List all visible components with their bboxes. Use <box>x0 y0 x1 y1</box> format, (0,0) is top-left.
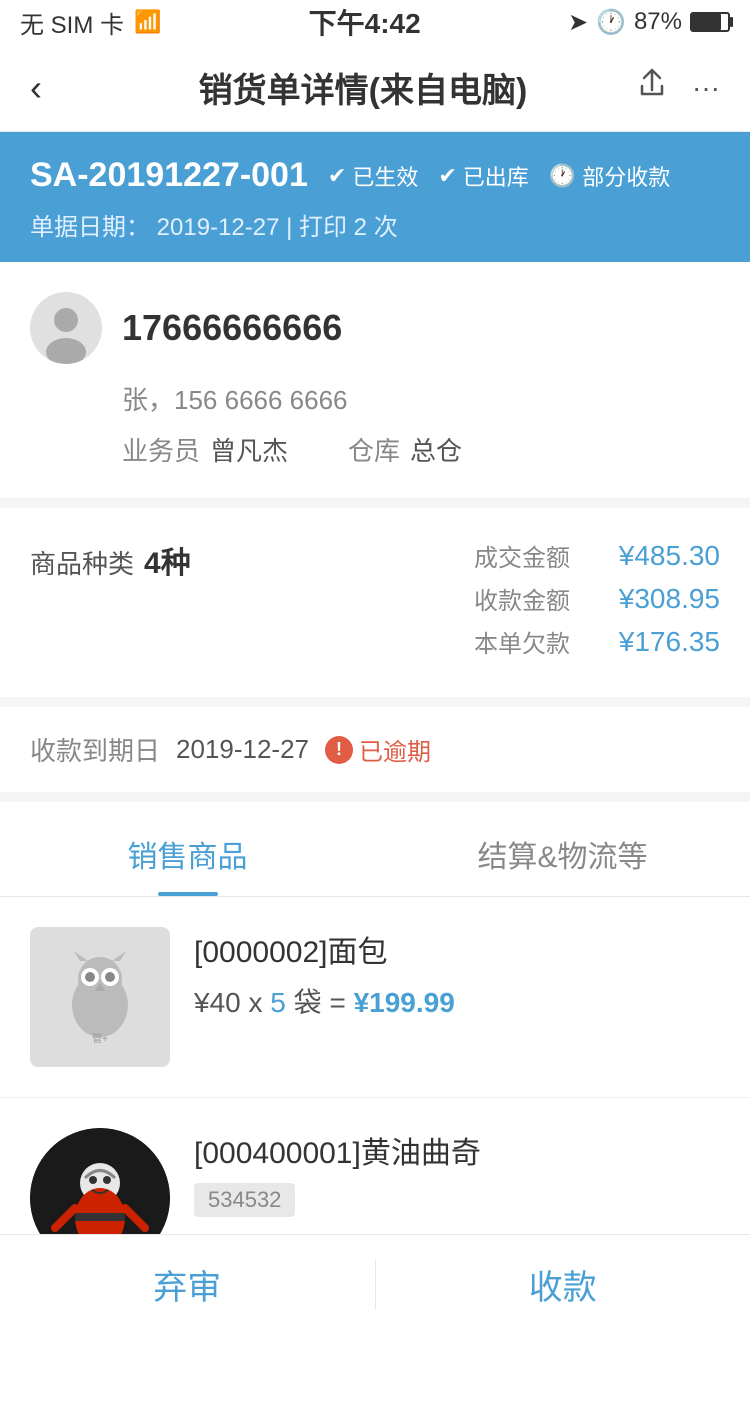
received-value: ¥308.95 <box>590 583 720 615</box>
alarm-icon: 🕐 <box>596 8 626 37</box>
status-shipped: ✔ 已出库 <box>438 160 528 192</box>
stats-right: 成交金额 ¥485.30 收款金额 ¥308.95 本单欠款 ¥176.35 <box>474 538 720 667</box>
check-icon-2: ✔ <box>438 163 456 189</box>
amount-label: 成交金额 <box>474 538 570 573</box>
customer-meta: 业务员 曾凡杰 仓库 总仓 <box>30 431 720 468</box>
customer-id: 17666666666 <box>122 307 342 349</box>
overdue-text: 已逾期 <box>359 732 431 767</box>
salesperson-value: 曾凡杰 <box>210 431 288 468</box>
product-price-1: ¥40 x 5 袋 = ¥199.99 <box>194 981 720 1021</box>
stats-section: 商品种类 4种 成交金额 ¥485.30 收款金额 ¥308.95 本单欠款 ¥… <box>0 508 750 697</box>
customer-header: 17666666666 <box>30 292 720 364</box>
check-icon-1: ✔ <box>328 163 346 189</box>
status-time: 下午4:42 <box>309 2 421 42</box>
status-right: ➤ 🕐 87% <box>568 8 730 37</box>
tab-products[interactable]: 销售商品 <box>0 802 375 896</box>
battery-icon <box>690 12 730 32</box>
clock-icon: 🕐 <box>549 163 576 189</box>
svg-text:管+: 管+ <box>92 1032 108 1045</box>
amount-value: ¥485.30 <box>590 540 720 572</box>
salesperson-label: 业务员 <box>122 431 200 468</box>
salesperson-info: 业务员 曾凡杰 <box>122 431 288 468</box>
tab-settlement[interactable]: 结算&物流等 <box>375 802 750 896</box>
bottom-bar: 弃审 收款 <box>0 1234 750 1334</box>
avatar <box>30 292 102 364</box>
product-image-1: 管+ <box>30 927 170 1067</box>
tabs-bar: 销售商品 结算&物流等 <box>0 802 750 897</box>
due-date-label: 收款到期日 <box>30 731 160 768</box>
banner-date-row: 单据日期： 2019-12-27 | 打印 2 次 <box>30 207 720 242</box>
wifi-icon: 📶 <box>134 9 161 35</box>
cancel-review-button[interactable]: 弃审 <box>0 1240 375 1329</box>
product-total-1: ¥199.99 <box>354 987 455 1018</box>
product-sku-2: 534532 <box>194 1183 295 1217</box>
product-name-1: [0000002]面包 <box>194 927 720 971</box>
overdue-badge: ! 已逾期 <box>325 732 431 767</box>
due-date-value: 2019-12-27 <box>176 734 309 765</box>
status-effective: ✔ 已生效 <box>328 160 418 192</box>
warehouse-label: 仓库 <box>348 431 400 468</box>
customer-detail: 张，156 6666 6666 <box>30 380 720 417</box>
debt-value: ¥176.35 <box>590 626 720 658</box>
debt-row: 本单欠款 ¥176.35 <box>474 624 720 659</box>
order-banner: SA-20191227-001 ✔ 已生效 ✔ 已出库 🕐 部分收款 单据日期：… <box>0 132 750 262</box>
product-type-count: 4种 <box>144 538 191 582</box>
collect-payment-button[interactable]: 收款 <box>376 1240 750 1329</box>
product-info-1: [0000002]面包 ¥40 x 5 袋 = ¥199.99 <box>194 927 720 1021</box>
status-bar: 无 SIM 卡 📶 下午4:42 ➤ 🕐 87% <box>0 0 750 44</box>
nav-bar: ‹ 销货单详情(来自电脑) ··· <box>0 44 750 132</box>
overdue-icon: ! <box>325 736 353 764</box>
page-title: 销货单详情(来自电脑) <box>90 63 636 112</box>
received-label: 收款金额 <box>474 581 570 616</box>
battery-text: 87% <box>634 8 682 36</box>
banner-top-row: SA-20191227-001 ✔ 已生效 ✔ 已出库 🕐 部分收款 <box>30 156 720 195</box>
product-type-label: 商品种类 <box>30 544 134 581</box>
due-date-section: 收款到期日 2019-12-27 ! 已逾期 <box>0 707 750 792</box>
order-number: SA-20191227-001 <box>30 156 308 195</box>
location-icon: ➤ <box>568 8 588 37</box>
debt-label: 本单欠款 <box>474 624 570 659</box>
product-name-2: [000400001]黄油曲奇 <box>194 1128 720 1172</box>
nav-right-actions: ··· <box>636 68 720 107</box>
customer-section: 17666666666 张，156 6666 6666 业务员 曾凡杰 仓库 总… <box>0 262 750 498</box>
warehouse-info: 仓库 总仓 <box>348 431 462 468</box>
product-qty-1: 5 <box>270 987 286 1018</box>
carrier-text: 无 SIM 卡 <box>20 5 124 40</box>
more-button[interactable]: ··· <box>692 72 720 104</box>
warehouse-value: 总仓 <box>410 431 462 468</box>
list-item: 管+ [0000002]面包 ¥40 x 5 袋 = ¥199.99 <box>0 897 750 1098</box>
amount-row: 成交金额 ¥485.30 <box>474 538 720 573</box>
product-type: 商品种类 4种 <box>30 538 191 582</box>
share-button[interactable] <box>636 68 668 107</box>
stats-left: 商品种类 4种 <box>30 538 191 582</box>
status-left: 无 SIM 卡 📶 <box>20 5 161 40</box>
received-row: 收款金额 ¥308.95 <box>474 581 720 616</box>
back-button[interactable]: ‹ <box>30 67 90 109</box>
status-partial: 🕐 部分收款 <box>549 160 670 192</box>
